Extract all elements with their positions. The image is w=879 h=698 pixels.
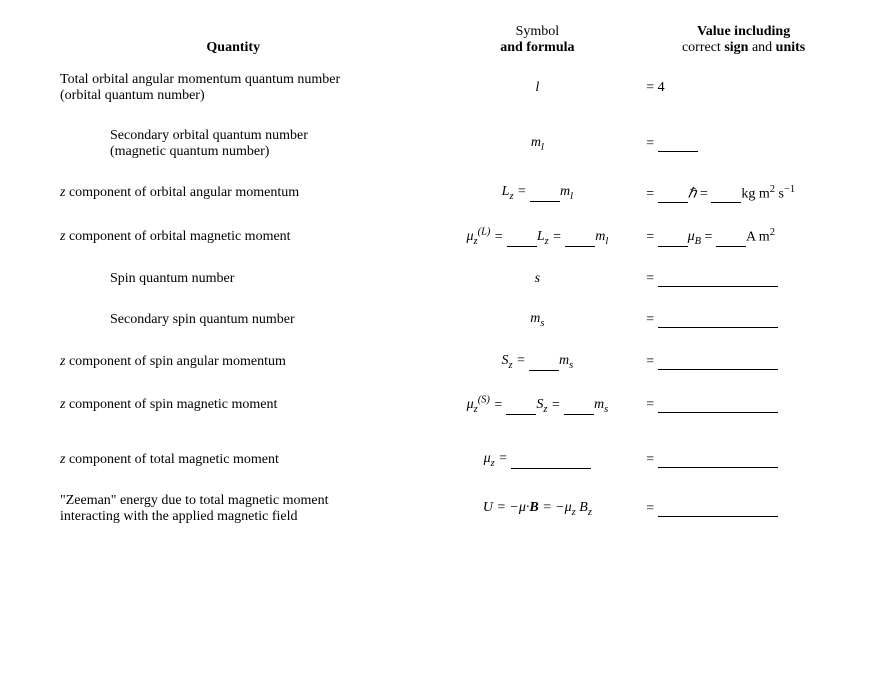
quantity-secondary-orbital: Secondary orbital quantum number(magneti… (30, 122, 437, 166)
symbol-zeeman-energy: U = −μ·B = −μz Bz (437, 487, 639, 531)
quantity-z-orbital-momentum: z component of orbital angular momentum (30, 178, 437, 209)
physics-table: Quantity Symbol and formula Value includ… (30, 20, 849, 531)
row-z-spin-magnetic: z component of spin magnetic moment μz(S… (30, 389, 849, 421)
symbol-z-total-magnetic: μz = (437, 445, 639, 475)
symbol-secondary-orbital: ml (437, 122, 639, 166)
quantity-z-orbital-magnetic: z component of orbital magnetic moment (30, 221, 437, 253)
quantity-z-spin-magnetic: z component of spin magnetic moment (30, 389, 437, 421)
symbol-secondary-spin: ms (437, 305, 639, 335)
row-secondary-orbital: Secondary orbital quantum number(magneti… (30, 122, 849, 166)
row-z-spin-momentum: z component of spin angular momentum Sz … (30, 347, 849, 377)
symbol-z-orbital-magnetic: μz(L) = Lz = ml (437, 221, 639, 253)
value-spin-quantum: = (638, 265, 849, 293)
row-z-orbital-momentum: z component of orbital angular momentum … (30, 178, 849, 209)
value-secondary-spin: = (638, 305, 849, 335)
value-z-spin-magnetic: = (638, 389, 849, 421)
symbol-spin-quantum: s (437, 265, 639, 293)
header-symbol: Symbol and formula (437, 20, 639, 66)
quantity-z-spin-momentum: z component of spin angular momentum (30, 347, 437, 377)
row-z-orbital-magnetic: z component of orbital magnetic moment μ… (30, 221, 849, 253)
symbol-total-orbital: l (437, 66, 639, 110)
quantity-secondary-spin: Secondary spin quantum number (30, 305, 437, 335)
header-value: Value including correct sign and units (638, 20, 849, 66)
value-z-orbital-magnetic: = μB = A m2 (638, 221, 849, 253)
symbol-z-spin-momentum: Sz = ms (437, 347, 639, 377)
value-total-orbital: = 4 (638, 66, 849, 110)
row-total-orbital: Total orbital angular momentum quantum n… (30, 66, 849, 110)
quantity-zeeman-energy: "Zeeman" energy due to total magnetic mo… (30, 487, 437, 531)
value-z-orbital-momentum: = ℏ = kg m2 s−1 (638, 178, 849, 209)
row-zeeman-energy: "Zeeman" energy due to total magnetic mo… (30, 487, 849, 531)
row-z-total-magnetic: z component of total magnetic moment μz … (30, 445, 849, 475)
quantity-spin-quantum: Spin quantum number (30, 265, 437, 293)
symbol-z-spin-magnetic: μz(S) = Sz = ms (437, 389, 639, 421)
symbol-z-orbital-momentum: Lz = ml (437, 178, 639, 209)
row-secondary-spin: Secondary spin quantum number ms = (30, 305, 849, 335)
header-quantity: Quantity (30, 20, 437, 66)
value-secondary-orbital: = (638, 122, 849, 166)
row-spin-quantum: Spin quantum number s = (30, 265, 849, 293)
quantity-total-orbital: Total orbital angular momentum quantum n… (30, 66, 437, 110)
value-z-spin-momentum: = (638, 347, 849, 377)
value-z-total-magnetic: = (638, 445, 849, 475)
value-zeeman-energy: = (638, 487, 849, 531)
quantity-z-total-magnetic: z component of total magnetic moment (30, 445, 437, 475)
